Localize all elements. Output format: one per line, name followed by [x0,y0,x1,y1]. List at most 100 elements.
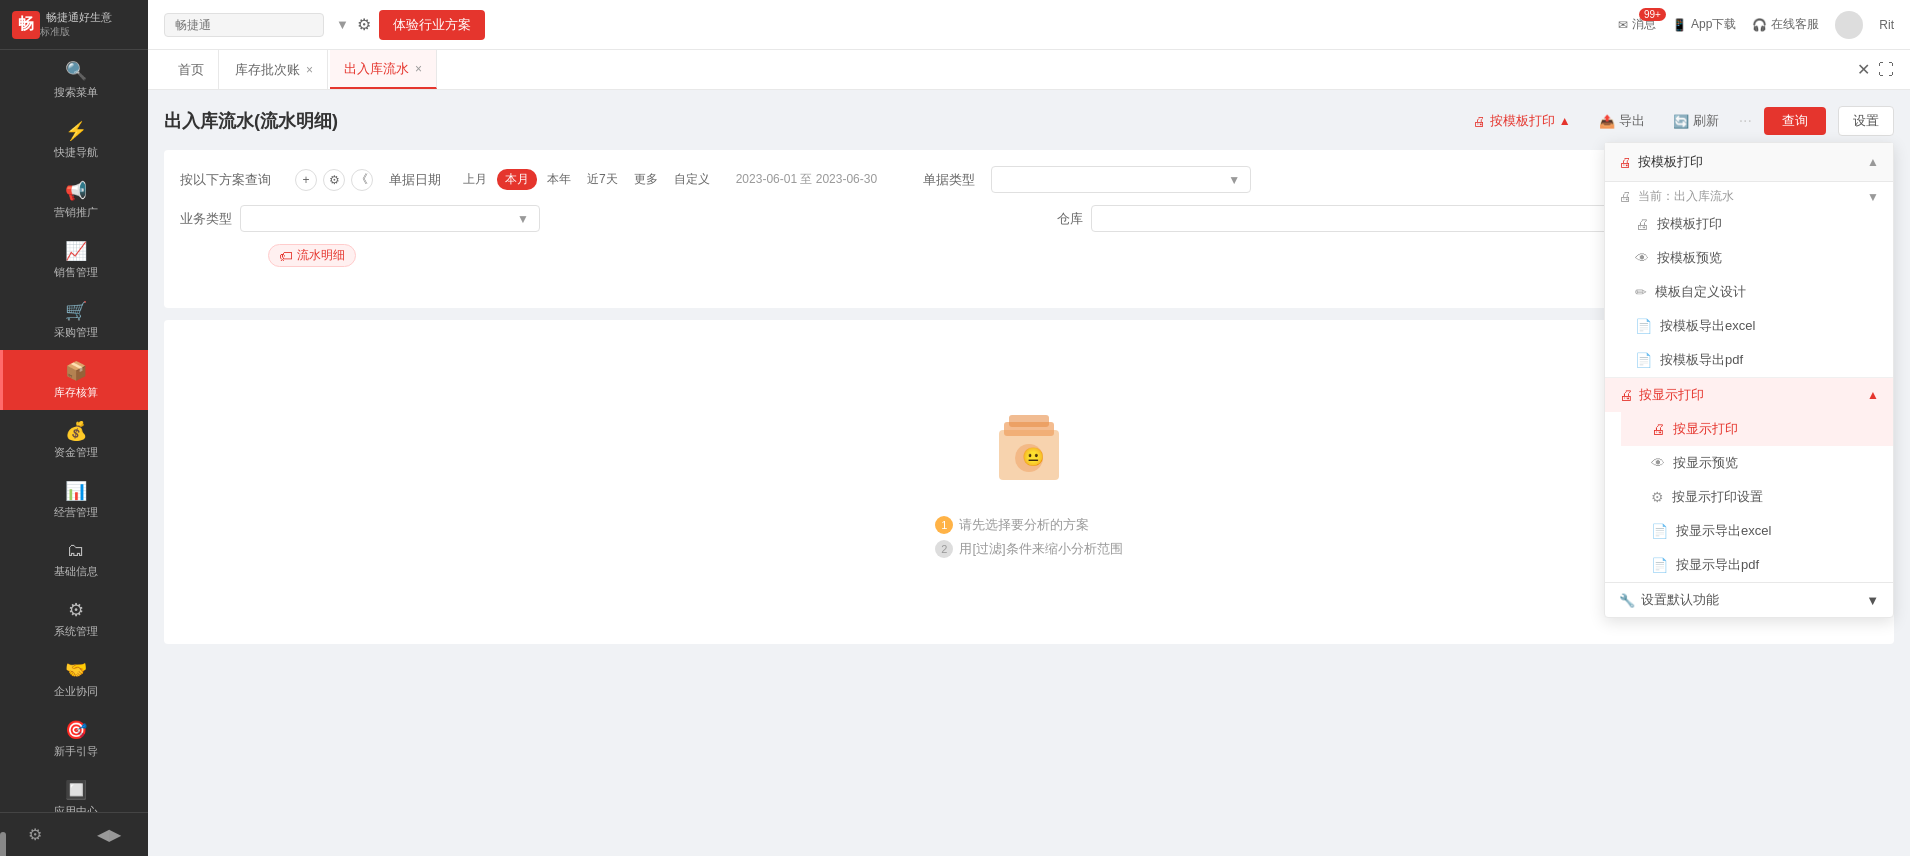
sidebar-settings-icon[interactable]: ⚙ [28,825,42,844]
sidebar-item-apps[interactable]: 🔲 应用中心 [0,769,148,812]
filter-tag-liushui[interactable]: 🏷 流水明细 [268,244,356,267]
print-template-button[interactable]: 🖨 按模板打印 ▲ [1465,108,1579,134]
sidebar-item-marketing[interactable]: 📢 营销推广 [0,170,148,230]
sidebar-item-system[interactable]: ⚙ 系统管理 [0,589,148,649]
query-label: 按以下方案查询 [180,171,271,189]
query-button[interactable]: 查询 [1764,107,1826,135]
dropdown-item-print-template[interactable]: 🖨 按模板打印 [1605,207,1893,241]
date-tab-last7[interactable]: 近7天 [581,169,624,190]
date-tab-more[interactable]: 更多 [628,169,664,190]
tab-flow[interactable]: 出入库流水 × [330,50,437,89]
username-label: Rit [1879,18,1894,32]
date-label: 单据日期 [389,171,441,189]
sidebar-item-coop[interactable]: 🤝 企业协同 [0,649,148,709]
dropdown-close-icon[interactable]: ▲ [1867,155,1879,169]
finance-icon: 💰 [65,420,87,442]
dropdown-section-header[interactable]: 🖨 按显示打印 ▲ [1605,378,1893,412]
app-download-icon: 📱 [1672,18,1687,32]
window-close-icon[interactable]: ✕ [1857,60,1870,79]
date-tabs: 上月 本月 本年 近7天 更多 自定义 [457,169,716,190]
export-label: 导出 [1619,112,1645,130]
sidebar-collapse-icon[interactable]: ◀▶ [97,825,121,844]
design-icon: ✏ [1635,284,1647,300]
dropdown-item-preview-template[interactable]: 👁 按模板预览 [1605,241,1893,275]
excel-icon: 📄 [1635,318,1652,334]
sidebar-item-search[interactable]: 🔍 搜索菜单 [0,50,148,110]
filter-collapse-button[interactable]: 《 [351,169,373,191]
sidebar-item-operations[interactable]: 📊 经营管理 [0,470,148,530]
tab-batch[interactable]: 库存批次账 × [221,50,328,89]
message-icon: ✉ [1618,18,1628,32]
dropdown-item-export-pdf-display[interactable]: 📄 按显示导出pdf [1621,548,1893,582]
section-chevron-icon: ▲ [1867,388,1879,402]
inventory-icon: 📦 [65,360,87,382]
filter-settings-button[interactable]: ⚙ [323,169,345,191]
date-tab-prev-month[interactable]: 上月 [457,169,493,190]
sidebar-scroll: 🔍 搜索菜单 ⚡ 快捷导航 📢 营销推广 📈 销售管理 🛒 采购管理 📦 [0,50,148,812]
sidebar-item-basic[interactable]: 🗂 基础信息 [0,530,148,589]
sidebar-item-shortcut[interactable]: ⚡ 快捷导航 [0,110,148,170]
type-label: 单据类型 [923,171,975,189]
topbar-right: ✉ 消息 99+ 📱 App下载 🎧 在线客服 Rit [1618,11,1894,39]
empty-illustration: 😐 [979,400,1079,500]
dropdown-item-export-excel-display[interactable]: 📄 按显示导出excel [1621,514,1893,548]
sidebar-item-sales[interactable]: 📈 销售管理 [0,230,148,290]
message-button[interactable]: ✉ 消息 99+ [1618,16,1656,33]
type-select[interactable]: ▼ [991,166,1251,193]
online-service-button[interactable]: 🎧 在线客服 [1752,16,1819,33]
window-max-icon[interactable]: ⛶ [1878,61,1894,79]
refresh-label: 刷新 [1693,112,1719,130]
avatar[interactable] [1835,11,1863,39]
date-tab-current-month[interactable]: 本月 [497,169,537,190]
empty-hint-2: 2 用[过滤]条件来缩小分析范围 [935,540,1122,558]
sidebar: 畅 畅捷通好生意 标准版 🔍 搜索菜单 ⚡ 快捷导航 📢 营销推广 📈 销售管理 [0,0,148,856]
preview-icon: 👁 [1635,250,1649,266]
dropdown-section-title: 🖨 按显示打印 [1619,386,1704,404]
svg-text:😐: 😐 [1022,446,1045,468]
sidebar-item-guide[interactable]: 🎯 新手引导 [0,709,148,769]
dropdown-item-preview-display[interactable]: 👁 按显示预览 [1621,446,1893,480]
tabs-right: ✕ ⛶ [1857,60,1894,79]
biz-type-label: 业务类型 [180,210,232,228]
dropdown-item-print-display[interactable]: 🖨 按显示打印 [1621,412,1893,446]
setting-button[interactable]: 设置 [1838,106,1894,136]
footer-chevron-icon: ▼ [1866,593,1879,608]
sidebar-item-finance[interactable]: 💰 资金管理 [0,410,148,470]
page-header: 出入库流水(流水明细) 🖨 按模板打印 ▲ 📤 导出 🔄 刷新 [164,106,1894,136]
sidebar-item-purchase[interactable]: 🛒 采购管理 [0,290,148,350]
page-title: 出入库流水(流水明细) [164,109,338,133]
topbar-search-chevron-icon[interactable]: ▼ [336,17,349,32]
dropdown-item-custom-design[interactable]: ✏ 模板自定义设计 [1605,275,1893,309]
topbar-gear-icon[interactable]: ⚙ [357,15,371,34]
print-template-label: 按模板打印 [1490,112,1555,130]
sidebar-item-inventory[interactable]: 📦 库存核算 [0,350,148,410]
dropdown-footer-settings[interactable]: 🔧 设置默认功能 ▼ [1605,583,1893,617]
svg-rect-2 [1009,415,1049,427]
main-content: ▼ ⚙ 体验行业方案 ✉ 消息 99+ 📱 App下载 🎧 在线客服 [148,0,1910,856]
dropdown-title-icon: 🖨 [1619,155,1632,170]
dropdown-item-export-excel-template[interactable]: 📄 按模板导出excel [1605,309,1893,343]
warehouse-label: 仓库 [1057,210,1083,228]
tab-home[interactable]: 首页 [164,50,219,89]
refresh-button[interactable]: 🔄 刷新 [1665,108,1727,134]
footer-settings-icon: 🔧 [1619,593,1635,608]
date-tab-current-year[interactable]: 本年 [541,169,577,190]
tab-flow-close[interactable]: × [415,62,422,76]
app-download-button[interactable]: 📱 App下载 [1672,16,1736,33]
filter-add-button[interactable]: + [295,169,317,191]
section-print-icon: 🖨 [1619,387,1633,403]
topbar-search-input[interactable] [164,13,324,37]
display-excel-icon: 📄 [1651,523,1668,539]
export-button[interactable]: 📤 导出 [1591,108,1653,134]
biz-type-select[interactable]: ▼ [240,205,540,232]
date-tab-custom[interactable]: 自定义 [668,169,716,190]
apps-icon: 🔲 [65,779,87,801]
trial-button[interactable]: 体验行业方案 [379,10,485,40]
hint-1-number: 1 [935,516,953,534]
tab-batch-close[interactable]: × [306,63,313,77]
dropdown-item-print-settings-display[interactable]: ⚙ 按显示打印设置 [1621,480,1893,514]
dropdown-item-export-pdf-template[interactable]: 📄 按模板导出pdf [1605,343,1893,377]
system-icon: ⚙ [68,599,84,621]
dropdown-current-icon: 🖨 [1619,189,1632,204]
display-print-icon: 🖨 [1651,421,1665,437]
